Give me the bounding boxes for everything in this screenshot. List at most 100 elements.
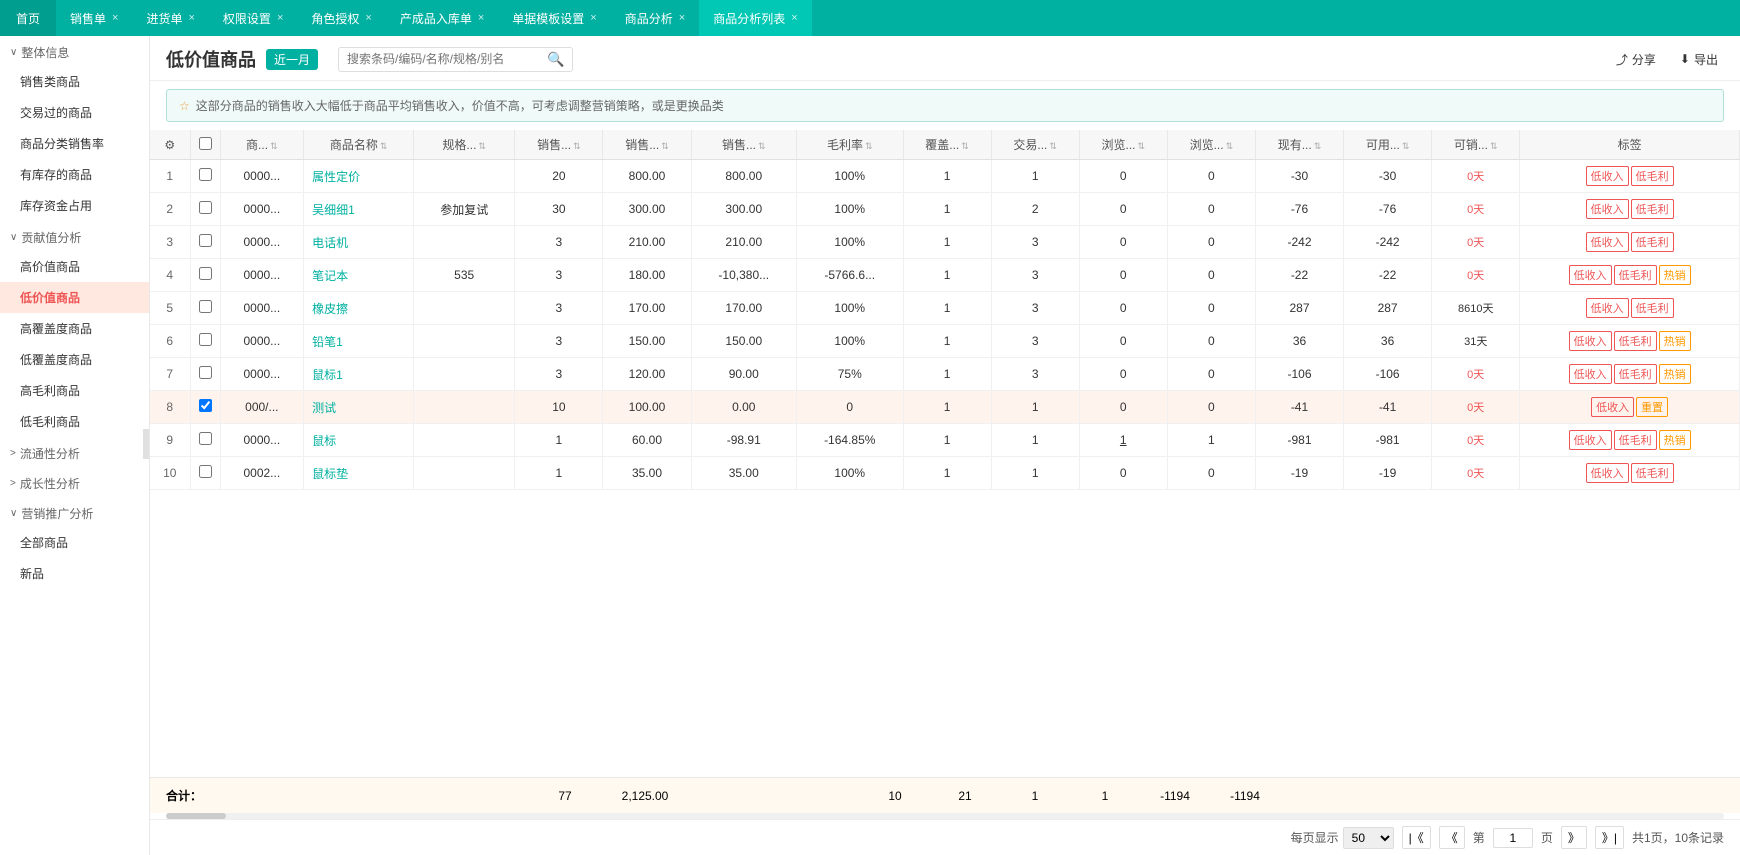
first-page-button[interactable]: |《 [1402, 826, 1431, 849]
col-checkbox[interactable] [190, 130, 220, 160]
period-badge[interactable]: 近一月 [266, 49, 318, 70]
row-browse2: 0 [1167, 160, 1255, 193]
prev-page-button[interactable]: 《 [1439, 826, 1465, 849]
row-select-checkbox[interactable] [199, 300, 212, 313]
nav-sales-order[interactable]: 销售单 × [56, 0, 132, 36]
last-page-button[interactable]: 》| [1595, 826, 1624, 849]
sidebar-item-low-coverage[interactable]: 低覆盖度商品 [0, 344, 149, 375]
close-icon[interactable]: × [679, 12, 685, 24]
sidebar-item-high-value[interactable]: 高价值商品 [0, 251, 149, 282]
nav-product-analysis-list[interactable]: 商品分析列表 × [699, 0, 811, 36]
close-icon[interactable]: × [188, 12, 194, 24]
sidebar-group-contribution[interactable]: ∨ 贡献值分析 [0, 221, 149, 251]
row-checkbox[interactable] [190, 391, 220, 424]
sidebar-item-low-value[interactable]: 低价值商品 [0, 282, 149, 313]
row-name[interactable]: 鼠标1 [304, 358, 414, 391]
row-name[interactable]: 鼠标 [304, 424, 414, 457]
search-input[interactable] [347, 52, 547, 66]
row-name[interactable]: 橡皮擦 [304, 292, 414, 325]
search-icon[interactable]: 🔍 [547, 51, 564, 68]
row-checkbox[interactable] [190, 292, 220, 325]
sidebar-group-growth[interactable]: > 成长性分析 [0, 467, 149, 497]
close-icon[interactable]: × [365, 12, 371, 24]
close-icon[interactable]: × [590, 12, 596, 24]
sidebar-item-high-margin[interactable]: 高毛利商品 [0, 375, 149, 406]
sidebar-group-marketing[interactable]: ∨ 营销推广分析 [0, 497, 149, 527]
row-avail: -41 [1344, 391, 1432, 424]
col-sales1[interactable]: 销售...⇅ [515, 130, 603, 160]
sidebar-item-all-goods[interactable]: 全部商品 [0, 527, 149, 558]
col-stock[interactable]: 现有...⇅ [1255, 130, 1343, 160]
nav-role-auth[interactable]: 角色授权 × [297, 0, 385, 36]
sidebar-item-stock-capital[interactable]: 库存资金占用 [0, 190, 149, 221]
col-spec[interactable]: 规格...⇅ [414, 130, 515, 160]
row-select-checkbox[interactable] [199, 465, 212, 478]
nav-purchase-order[interactable]: 进货单 × [132, 0, 208, 36]
page-number-input[interactable] [1493, 828, 1533, 848]
row-name[interactable]: 测试 [304, 391, 414, 424]
col-code[interactable]: 商...⇅ [220, 130, 304, 160]
col-tags[interactable]: 标签 [1520, 130, 1740, 160]
next-page-button[interactable]: 》 [1561, 826, 1587, 849]
sidebar-item-low-margin[interactable]: 低毛利商品 [0, 406, 149, 437]
close-icon[interactable]: × [478, 12, 484, 24]
col-browse1[interactable]: 浏览...⇅ [1079, 130, 1167, 160]
row-name[interactable]: 鼠标垫 [304, 457, 414, 490]
row-name[interactable]: 吴细细1 [304, 193, 414, 226]
row-select-checkbox[interactable] [199, 168, 212, 181]
row-select-checkbox[interactable] [199, 333, 212, 346]
row-checkbox[interactable] [190, 457, 220, 490]
nav-template[interactable]: 单据模板设置 × [498, 0, 610, 36]
sidebar-collapse-btn[interactable]: 《 [143, 429, 150, 459]
row-name[interactable]: 电话机 [304, 226, 414, 259]
row-checkbox[interactable] [190, 325, 220, 358]
nav-permission[interactable]: 权限设置 × [209, 0, 297, 36]
row-select-checkbox[interactable] [199, 267, 212, 280]
row-browse1[interactable]: 1 [1079, 424, 1167, 457]
row-select-checkbox[interactable] [199, 366, 212, 379]
close-icon[interactable]: × [112, 12, 118, 24]
row-name[interactable]: 笔记本 [304, 259, 414, 292]
row-select-checkbox[interactable] [199, 432, 212, 445]
close-icon[interactable]: × [277, 12, 283, 24]
sidebar-group-flow[interactable]: > 流通性分析 [0, 437, 149, 467]
row-checkbox[interactable] [190, 160, 220, 193]
sidebar-item-sales-goods[interactable]: 销售类商品 [0, 66, 149, 97]
col-name[interactable]: 商品名称⇅ [304, 130, 414, 160]
sidebar-item-traded-goods[interactable]: 交易过的商品 [0, 97, 149, 128]
row-checkbox[interactable] [190, 358, 220, 391]
sidebar-item-stock-goods[interactable]: 有库存的商品 [0, 159, 149, 190]
row-checkbox[interactable] [190, 193, 220, 226]
sidebar-item-new-goods[interactable]: 新品 [0, 558, 149, 589]
col-days[interactable]: 可销...⇅ [1432, 130, 1520, 160]
data-table-wrapper[interactable]: ⚙ 商...⇅ 商品名称⇅ 规格...⇅ 销售...⇅ 销售...⇅ 销售...… [150, 130, 1740, 777]
select-all-checkbox[interactable] [199, 137, 212, 150]
sidebar-item-high-coverage[interactable]: 高覆盖度商品 [0, 313, 149, 344]
row-select-checkbox[interactable] [199, 201, 212, 214]
col-avail[interactable]: 可用...⇅ [1344, 130, 1432, 160]
close-icon[interactable]: × [791, 12, 797, 24]
row-checkbox[interactable] [190, 226, 220, 259]
sidebar-group-overview[interactable]: ∨ 整体信息 [0, 36, 149, 66]
row-checkbox[interactable] [190, 424, 220, 457]
col-coverage[interactable]: 覆盖...⇅ [903, 130, 991, 160]
col-margin[interactable]: 毛利率⇅ [797, 130, 904, 160]
sidebar-item-category-rate[interactable]: 商品分类销售率 [0, 128, 149, 159]
row-checkbox[interactable] [190, 259, 220, 292]
col-sales2[interactable]: 销售...⇅ [603, 130, 691, 160]
total-pages-label: 共1页，10条记录 [1632, 829, 1724, 846]
nav-product-analysis[interactable]: 商品分析 × [611, 0, 699, 36]
nav-product-in[interactable]: 产成品入库单 × [386, 0, 498, 36]
col-sales3[interactable]: 销售...⇅ [691, 130, 796, 160]
share-button[interactable]: ⤴ 分享 [1610, 48, 1662, 71]
row-select-checkbox[interactable] [199, 234, 212, 247]
nav-home[interactable]: 首页 [0, 0, 56, 36]
col-settings[interactable]: ⚙ [150, 130, 190, 160]
row-name[interactable]: 属性定价 [304, 160, 414, 193]
per-page-select[interactable]: 50 100 200 [1343, 827, 1394, 849]
row-select-checkbox[interactable] [199, 399, 212, 412]
row-name[interactable]: 铅笔1 [304, 325, 414, 358]
col-trade[interactable]: 交易...⇅ [991, 130, 1079, 160]
export-button[interactable]: ⬇ 导出 [1674, 48, 1724, 71]
col-browse2[interactable]: 浏览...⇅ [1167, 130, 1255, 160]
